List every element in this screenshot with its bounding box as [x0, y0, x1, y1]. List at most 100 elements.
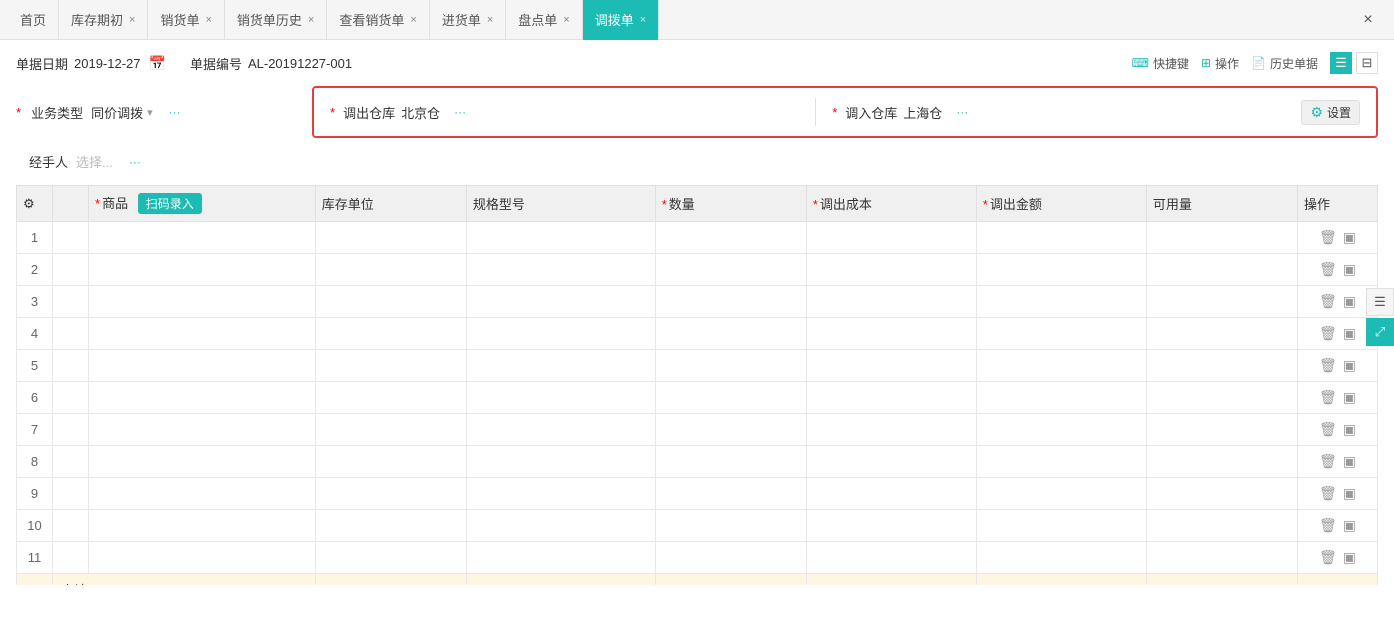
close-all-tabs[interactable]: × [1350, 0, 1386, 40]
close-tab-transfer[interactable]: × [640, 14, 646, 26]
side-expand-icon: ⤢ [1375, 324, 1385, 340]
close-tab-sales-order[interactable]: × [205, 14, 211, 26]
business-type-section: * 业务类型 同价调拨 ▾ ··· [16, 103, 296, 122]
copy-icon-1[interactable]: ▣ [1343, 229, 1356, 245]
dropdown-icon: ▾ [147, 106, 153, 119]
business-type-label: 业务类型 [31, 103, 83, 122]
main-content: 单据日期 2019-12-27 📅 单据编号 AL-20191227-001 ⌨… [0, 40, 1394, 597]
tab-transfer[interactable]: 调拨单 × [583, 0, 659, 40]
subtotal-avail: 0.00 [1146, 574, 1297, 586]
form-row2: * 业务类型 同价调拨 ▾ ··· * 调出仓库 北京仓 ··· * 调入仓库 … [16, 86, 1378, 138]
table-row: 9🗑▣ [17, 478, 1378, 510]
target-wh-required: * [832, 105, 837, 120]
delete-icon-10[interactable]: 🗑 [1319, 517, 1337, 533]
scan-btn[interactable]: 扫码录入 [138, 193, 202, 214]
docno-label: 单据编号 [190, 54, 242, 73]
settings-btn[interactable]: ⚙ 设置 [1301, 100, 1360, 125]
subtotal-cost: 0.00 [806, 574, 976, 586]
tab-inventory-init[interactable]: 库存期初 × [59, 0, 148, 40]
th-amount: *调出金额 [976, 186, 1146, 222]
handler-more[interactable]: ··· [129, 155, 141, 169]
side-toolbar: ☰ ⤢ [1366, 288, 1394, 346]
th-gear[interactable]: ⚙ [17, 186, 53, 222]
th-no [53, 186, 89, 222]
th-avail: 可用量 [1146, 186, 1297, 222]
operations-btn[interactable]: ⊞ 操作 [1201, 55, 1239, 72]
delete-icon-11[interactable]: 🗑 [1319, 549, 1337, 565]
subtotal-label: 小计 [53, 574, 316, 586]
docno-field: 单据编号 AL-20191227-001 [190, 54, 352, 73]
date-label: 单据日期 [16, 54, 68, 73]
side-list-btn[interactable]: ☰ [1366, 288, 1394, 316]
side-expand-btn[interactable]: ⤢ [1366, 318, 1394, 346]
copy-icon-3[interactable]: ▣ [1343, 293, 1356, 309]
tab-home[interactable]: 首页 [8, 0, 59, 40]
list-view-btn-1[interactable]: ☰ [1330, 52, 1352, 74]
th-op: 操作 [1298, 186, 1378, 222]
warehouse-divider [815, 98, 816, 126]
history-icon: 📄 [1251, 56, 1266, 70]
target-wh-more[interactable]: ··· [956, 105, 968, 119]
th-qty: *数量 [655, 186, 806, 222]
history-btn[interactable]: 📄 历史单据 [1251, 55, 1318, 72]
copy-icon-5[interactable]: ▣ [1343, 357, 1356, 373]
tab-sales-order[interactable]: 销货单 × [148, 0, 224, 40]
business-type-select[interactable]: 同价调拨 ▾ [91, 103, 153, 122]
copy-icon-2[interactable]: ▣ [1343, 261, 1356, 277]
close-tab-sales-history[interactable]: × [308, 14, 314, 26]
source-wh-required: * [330, 105, 335, 120]
th-cost: *调出成本 [806, 186, 976, 222]
delete-icon-5[interactable]: 🗑 [1319, 357, 1337, 373]
table-row: 7🗑▣ [17, 414, 1378, 446]
target-wh-value: 上海仓 [903, 103, 942, 122]
shortcuts-btn[interactable]: ⌨ 快捷键 [1132, 55, 1189, 72]
delete-icon-8[interactable]: 🗑 [1319, 453, 1337, 469]
delete-icon-9[interactable]: 🗑 [1319, 485, 1337, 501]
table-row: 11🗑▣ [17, 542, 1378, 574]
close-tab-stocktake[interactable]: × [563, 14, 569, 26]
tab-purchase[interactable]: 进货单 × [430, 0, 506, 40]
tab-stocktake[interactable]: 盘点单 × [506, 0, 582, 40]
copy-icon-6[interactable]: ▣ [1343, 389, 1356, 405]
delete-icon-1[interactable]: 🗑 [1319, 229, 1337, 245]
table-row: 3🗑▣ [17, 286, 1378, 318]
delete-icon-7[interactable]: 🗑 [1319, 421, 1337, 437]
copy-icon-7[interactable]: ▣ [1343, 421, 1356, 437]
list-view-btn-2[interactable]: ⊟ [1356, 52, 1378, 74]
delete-icon-4[interactable]: 🗑 [1319, 325, 1337, 341]
table-wrapper: ⚙ *商品 扫码录入 库存单位 规格型号 *数量 *调出成本 *调出金额 可用量… [16, 185, 1378, 585]
subtotal-row: 小计 0.00 0.00 0.00 0.00 [17, 574, 1378, 586]
form-header: 单据日期 2019-12-27 📅 单据编号 AL-20191227-001 ⌨… [16, 52, 1378, 74]
copy-icon-8[interactable]: ▣ [1343, 453, 1356, 469]
tab-sales-history[interactable]: 销货单历史 × [225, 0, 327, 40]
copy-icon-10[interactable]: ▣ [1343, 517, 1356, 533]
subtotal-qty: 0.00 [655, 574, 806, 586]
calendar-icon[interactable]: 📅 [149, 55, 166, 72]
settings-gear-icon: ⚙ [1310, 104, 1323, 121]
business-type-more[interactable]: ··· [169, 105, 181, 119]
close-tab-inventory-init[interactable]: × [129, 14, 135, 26]
delete-icon-2[interactable]: 🗑 [1319, 261, 1337, 277]
table-row: 4🗑▣ [17, 318, 1378, 350]
close-tab-view-sales[interactable]: × [410, 14, 416, 26]
delete-icon-3[interactable]: 🗑 [1319, 293, 1337, 309]
copy-icon-4[interactable]: ▣ [1343, 325, 1356, 341]
tab-view-sales[interactable]: 查看销货单 × [327, 0, 429, 40]
table-row: 10🗑▣ [17, 510, 1378, 542]
copy-icon-11[interactable]: ▣ [1343, 549, 1356, 565]
close-tab-purchase[interactable]: × [487, 14, 493, 26]
table-row: 6🗑▣ [17, 382, 1378, 414]
business-type-required: * [16, 105, 21, 120]
th-product: *商品 扫码录入 [89, 186, 316, 222]
delete-icon-6[interactable]: 🗑 [1319, 389, 1337, 405]
table-row: 5🗑▣ [17, 350, 1378, 382]
shortcut-icon: ⌨ [1132, 56, 1149, 70]
table-row: 2🗑▣ [17, 254, 1378, 286]
toolbar-right: ⌨ 快捷键 ⊞ 操作 📄 历史单据 ☰ ⊟ [1132, 52, 1378, 74]
handler-select[interactable]: 选择... [76, 152, 113, 171]
view-toggle-group: ☰ ⊟ [1330, 52, 1378, 74]
copy-icon-9[interactable]: ▣ [1343, 485, 1356, 501]
business-type-value: 同价调拨 [91, 103, 143, 122]
source-wh-more[interactable]: ··· [454, 105, 466, 119]
th-spec: 规格型号 [466, 186, 655, 222]
